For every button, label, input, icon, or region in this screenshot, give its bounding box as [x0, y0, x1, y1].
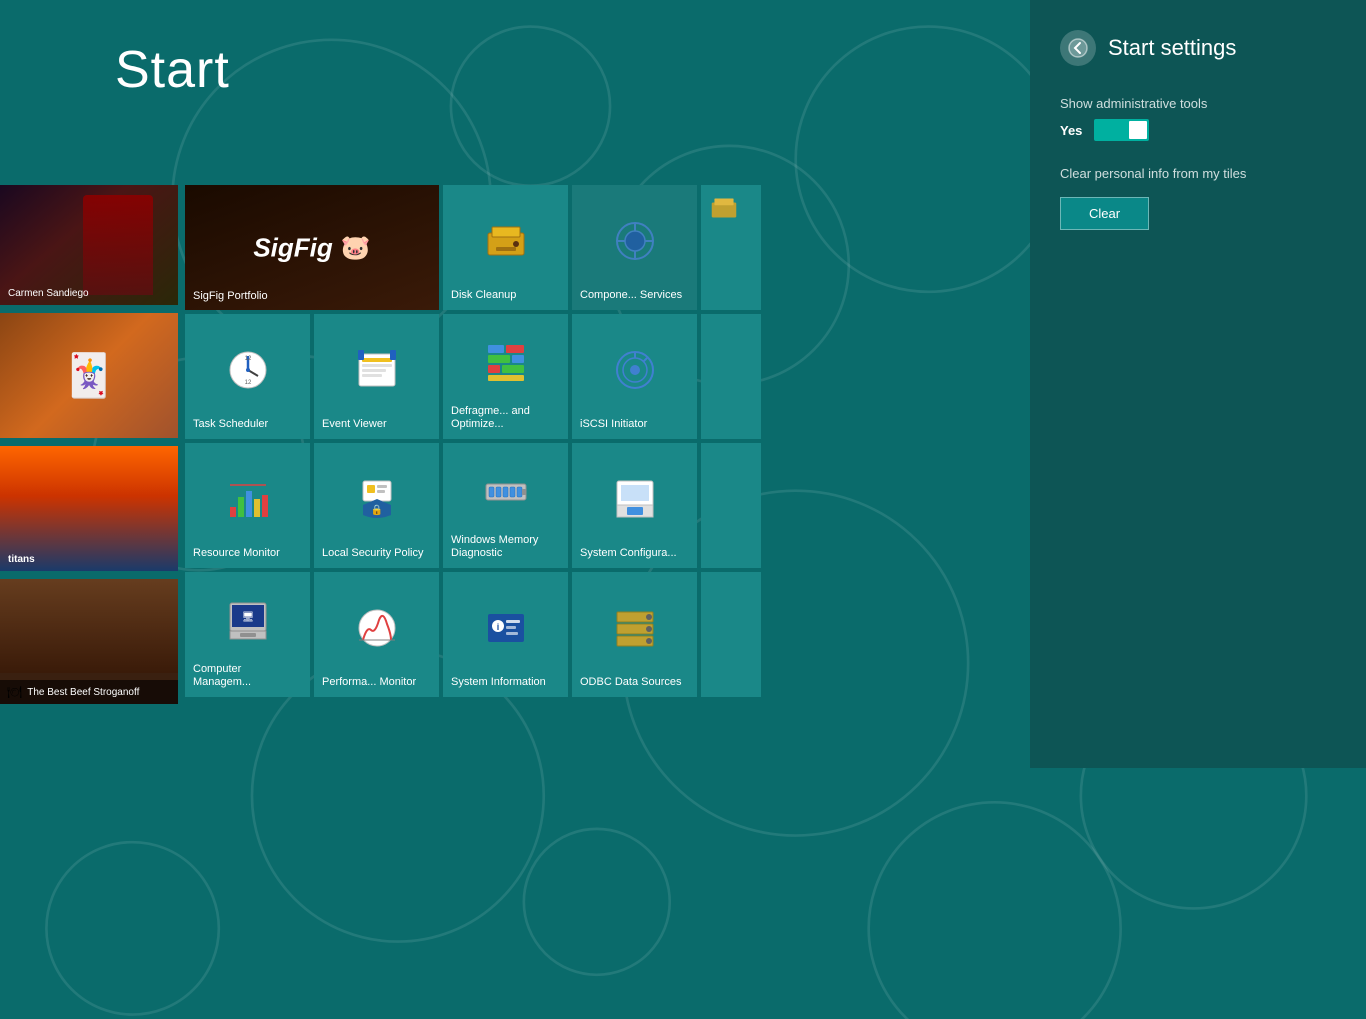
right-panel: Start settings Show administrative tools…: [1030, 0, 1366, 768]
task-scheduler-label: Task Scheduler: [193, 418, 302, 431]
defrag-label: Defragme... and Optimize...: [451, 405, 560, 431]
windows-memory-label: Windows Memory Diagnostic: [451, 534, 560, 560]
admin-tools-section: Show administrative tools Yes: [1060, 96, 1336, 141]
left-column: Carmen Sandiego 🃏 titans 🍽 The Best Beef…: [0, 185, 180, 704]
system-information-label: System Information: [451, 676, 560, 689]
toggle-row: Yes: [1060, 119, 1336, 141]
partial-tile-4[interactable]: [701, 572, 761, 697]
toggle-yes-label: Yes: [1060, 123, 1082, 138]
clear-section-label: Clear personal info from my tiles: [1060, 166, 1336, 181]
event-viewer-label: Event Viewer: [322, 418, 431, 431]
performance-monitor-tile[interactable]: Performa... Monitor: [314, 572, 439, 697]
admin-tools-toggle[interactable]: [1094, 119, 1149, 141]
tiles-grid: SigFig 🐷 SigFig Portfolio Disk Cleanup: [185, 185, 761, 697]
local-security-label: Local Security Policy: [322, 547, 431, 560]
main-area: Start Carmen Sandiego 🃏 titans 🍽 The Bes: [0, 0, 1030, 768]
system-config-tile[interactable]: System Configura...: [572, 443, 697, 568]
odbc-tile[interactable]: ODBC Data Sources: [572, 572, 697, 697]
iscsi-label: iSCSI Initiator: [580, 418, 689, 431]
panel-title: Start settings: [1108, 35, 1236, 61]
partial-tile-3[interactable]: [701, 443, 761, 568]
svg-text:12: 12: [244, 356, 251, 362]
system-config-label: System Configura...: [580, 547, 689, 560]
disk-cleanup-label: Disk Cleanup: [451, 289, 560, 302]
performance-monitor-label: Performa... Monitor: [322, 676, 431, 689]
back-button[interactable]: [1060, 30, 1096, 66]
clear-button[interactable]: Clear: [1060, 197, 1149, 230]
resource-monitor-label: Resource Monitor: [193, 547, 302, 560]
event-viewer-tile[interactable]: Event Viewer: [314, 314, 439, 439]
disk-cleanup-tile[interactable]: Disk Cleanup: [443, 185, 568, 310]
partial-tile-2[interactable]: [701, 314, 761, 439]
start-title: Start: [115, 40, 230, 100]
task-scheduler-tile[interactable]: 12 12 Task Scheduler: [185, 314, 310, 439]
sigfig-label: SigFig Portfolio: [193, 290, 268, 302]
jazz-tile[interactable]: 🃏: [0, 313, 178, 438]
odbc-label: ODBC Data Sources: [580, 676, 689, 689]
windows-memory-tile[interactable]: Windows Memory Diagnostic: [443, 443, 568, 568]
train-tile[interactable]: titans: [0, 446, 178, 571]
carmen-sandiego-tile[interactable]: Carmen Sandiego: [0, 185, 178, 305]
component-services-tile[interactable]: Compone... Services: [572, 185, 697, 310]
clear-section: Clear personal info from my tiles Clear: [1060, 166, 1336, 230]
svg-text:i: i: [496, 622, 499, 632]
svg-text:🔒: 🔒: [370, 504, 382, 516]
system-information-tile[interactable]: i System Information: [443, 572, 568, 697]
partial-tile-1[interactable]: [701, 185, 761, 310]
sigfig-tile[interactable]: SigFig 🐷 SigFig Portfolio: [185, 185, 439, 310]
stroganoff-label: The Best Beef Stroganoff: [27, 687, 139, 698]
panel-header: Start settings: [1060, 30, 1336, 66]
svg-text:🖥: 🖥: [241, 611, 254, 623]
component-services-label: Compone... Services: [580, 289, 689, 302]
computer-management-label: Computer Managem...: [193, 663, 302, 689]
iscsi-tile[interactable]: iSCSI Initiator: [572, 314, 697, 439]
local-security-tile[interactable]: 🔒 Local Security Policy: [314, 443, 439, 568]
admin-tools-label: Show administrative tools: [1060, 96, 1336, 111]
carmen-label: Carmen Sandiego: [8, 288, 89, 299]
computer-management-tile[interactable]: 🖥 Computer Managem...: [185, 572, 310, 697]
stroganoff-tile[interactable]: 🍽 The Best Beef Stroganoff: [0, 579, 178, 704]
defrag-tile[interactable]: Defragme... and Optimize...: [443, 314, 568, 439]
svg-text:12: 12: [244, 380, 251, 386]
resource-monitor-tile[interactable]: Resource Monitor: [185, 443, 310, 568]
